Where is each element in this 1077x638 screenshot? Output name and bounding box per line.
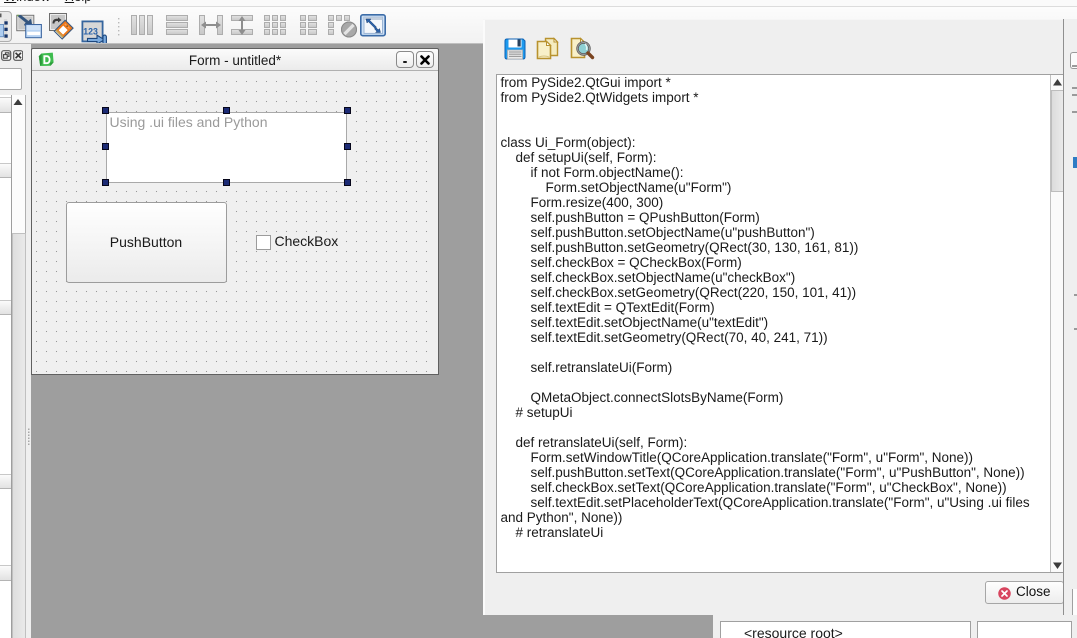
svg-text:123: 123 <box>83 27 98 37</box>
